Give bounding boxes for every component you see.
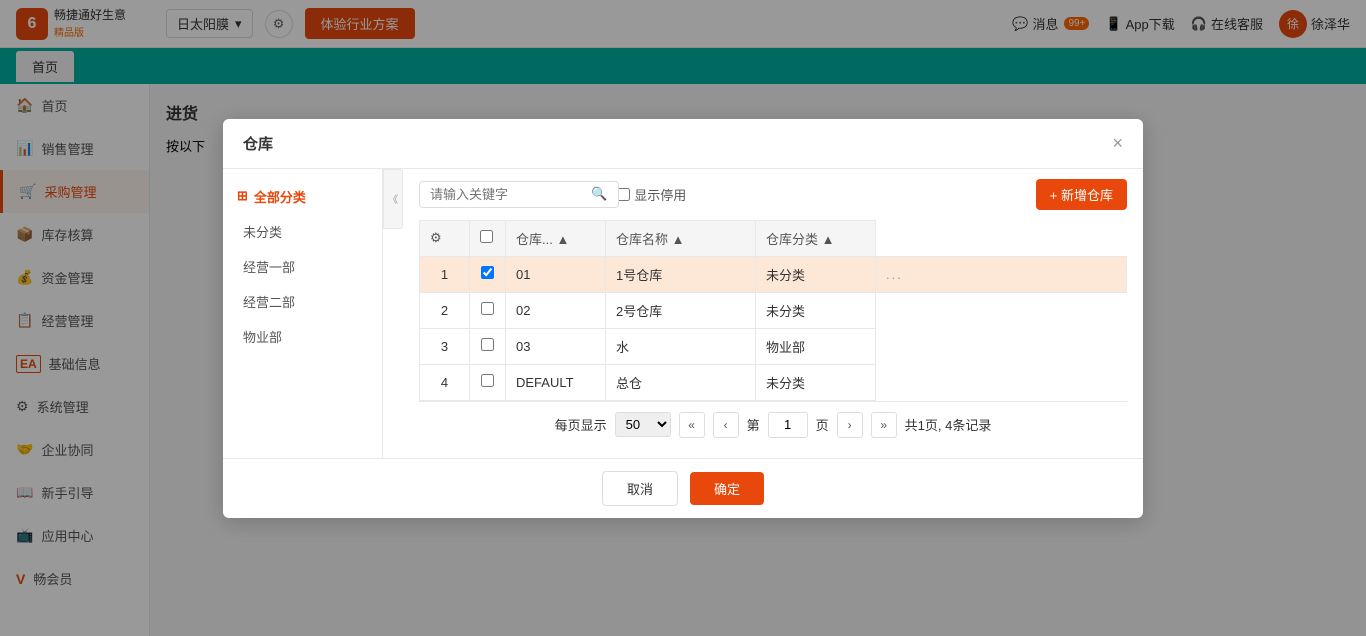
table-row[interactable]: 4 DEFAULT 总仓 未分类 [420, 364, 1127, 400]
category-item-0[interactable]: 未分类 [223, 214, 382, 249]
dialog-footer: 取消 确定 [223, 458, 1143, 518]
chevron-left-icon: 《 [388, 191, 398, 206]
cell-check[interactable] [470, 364, 506, 400]
row-checkbox[interactable] [481, 338, 494, 351]
show-disabled-label[interactable]: 显示停用 [617, 185, 686, 204]
cell-index: 3 [420, 328, 470, 364]
category-all-label: 全部分类 [254, 187, 306, 206]
cell-name: 2号仓库 [606, 292, 756, 328]
dialog-body: ⊞ 全部分类 未分类 经营一部 经营二部 物业部 《 [223, 169, 1143, 458]
table-container: ⚙ 仓库... ▲ 仓库名称 ▲ 仓库分类 ▲ [419, 220, 1127, 401]
th-code[interactable]: 仓库... ▲ [506, 220, 606, 256]
cell-check[interactable] [470, 256, 506, 292]
cell-check[interactable] [470, 292, 506, 328]
cell-index: 1 [420, 256, 470, 292]
page-label-after: 页 [816, 415, 829, 434]
cell-type: 物业部 [756, 328, 876, 364]
cell-name: 1号仓库 [606, 256, 756, 292]
th-name[interactable]: 仓库名称 ▲ [606, 220, 756, 256]
show-disabled-checkbox[interactable] [617, 188, 630, 201]
table-row[interactable]: 3 03 水 物业部 [420, 328, 1127, 364]
category-all[interactable]: ⊞ 全部分类 [223, 179, 382, 214]
warehouse-table: ⚙ 仓库... ▲ 仓库名称 ▲ 仓库分类 ▲ [419, 220, 1127, 401]
dialog-close-button[interactable]: × [1112, 133, 1123, 154]
cell-type: 未分类 [756, 256, 876, 292]
add-warehouse-button[interactable]: + 新增仓库 [1036, 179, 1127, 210]
dialog-header: 仓库 × [223, 119, 1143, 169]
category-item-3[interactable]: 物业部 [223, 319, 382, 354]
dialog-title: 仓库 [243, 133, 273, 154]
cell-index: 4 [420, 364, 470, 400]
per-page-label: 每页显示 [555, 415, 607, 434]
category-panel: ⊞ 全部分类 未分类 经营一部 经营二部 物业部 [223, 169, 383, 458]
cell-check[interactable] [470, 328, 506, 364]
table-panel: 🔍 显示停用 + 新增仓库 ⚙ [403, 169, 1143, 458]
cell-code: 03 [506, 328, 606, 364]
row-actions[interactable]: ... [876, 256, 1127, 292]
search-icon[interactable]: 🔍 [591, 186, 607, 202]
row-checkbox[interactable] [481, 302, 494, 315]
table-row[interactable]: 1 01 1号仓库 未分类 ... [420, 256, 1127, 292]
category-item-1[interactable]: 经营一部 [223, 249, 382, 284]
table-toolbar: 🔍 显示停用 + 新增仓库 [419, 179, 1127, 210]
grid-icon: ⊞ [237, 188, 248, 204]
pagination-bar: 每页显示 50 10 20 100 « ‹ 第 页 [419, 401, 1127, 448]
select-all-checkbox[interactable] [480, 230, 493, 243]
page-label-before: 第 [747, 415, 760, 434]
cell-type: 未分类 [756, 364, 876, 400]
warehouse-dialog: 仓库 × ⊞ 全部分类 未分类 经营一部 经营二部 [223, 119, 1143, 518]
th-settings: ⚙ [420, 220, 470, 256]
total-records-label: 共1页, 4条记录 [905, 415, 992, 434]
cell-type: 未分类 [756, 292, 876, 328]
first-page-button[interactable]: « [679, 412, 705, 438]
row-checkbox[interactable] [481, 374, 494, 387]
cell-name: 水 [606, 328, 756, 364]
dialog-overlay: 仓库 × ⊞ 全部分类 未分类 经营一部 经营二部 [0, 0, 1366, 636]
page-number-input[interactable] [768, 412, 808, 438]
per-page-select[interactable]: 50 10 20 100 [615, 412, 671, 437]
prev-page-button[interactable]: ‹ [713, 412, 739, 438]
th-type[interactable]: 仓库分类 ▲ [756, 220, 876, 256]
cell-code: 02 [506, 292, 606, 328]
last-page-button[interactable]: » [871, 412, 897, 438]
category-item-2[interactable]: 经营二部 [223, 284, 382, 319]
th-check [470, 220, 506, 256]
collapse-panel-button[interactable]: 《 [383, 169, 403, 229]
ok-button[interactable]: 确定 [690, 472, 764, 505]
search-input[interactable] [419, 181, 619, 208]
cell-name: 总仓 [606, 364, 756, 400]
next-page-button[interactable]: › [837, 412, 863, 438]
cancel-button[interactable]: 取消 [602, 471, 678, 506]
cell-code: DEFAULT [506, 364, 606, 400]
row-checkbox[interactable] [481, 266, 494, 279]
cell-index: 2 [420, 292, 470, 328]
table-row[interactable]: 2 02 2号仓库 未分类 [420, 292, 1127, 328]
cell-code: 01 [506, 256, 606, 292]
